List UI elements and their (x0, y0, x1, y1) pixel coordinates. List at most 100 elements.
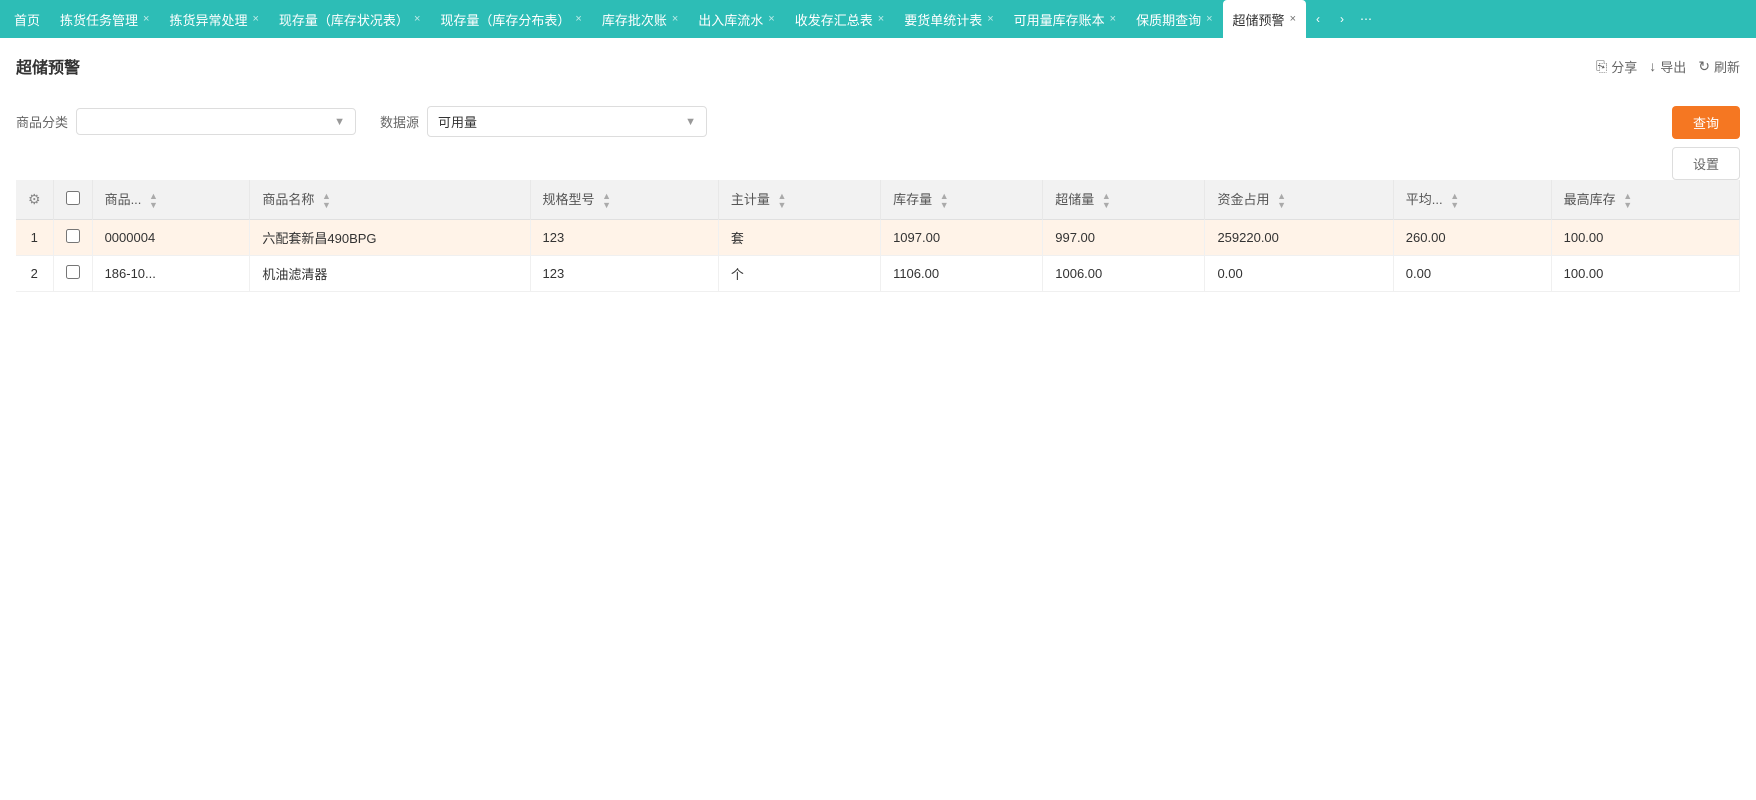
sort-icon-capital: ▲▼ (1277, 192, 1286, 210)
nav-prev-arrow[interactable]: ‹ (1306, 0, 1330, 38)
nav-close-10[interactable]: × (1206, 13, 1212, 25)
row-checkbox-cell[interactable] (53, 255, 92, 291)
col-checkbox-header[interactable] (53, 180, 92, 219)
row-product-name: 六配套新昌490BPG (250, 219, 530, 255)
nav-item-4[interactable]: 现存量（库存分布表） × (430, 0, 591, 38)
category-label: 商品分类 (16, 112, 68, 131)
sort-icon-spec: ▲▼ (602, 192, 611, 210)
export-label: 导出 (1660, 57, 1686, 76)
settings-gear-icon[interactable]: ⚙ (28, 191, 41, 207)
sort-icon-overstock: ▲▼ (1102, 192, 1111, 210)
share-button[interactable]: ⎘ 分享 (1596, 57, 1637, 76)
nav-next-arrow[interactable]: › (1330, 0, 1354, 38)
row-num: 1 (16, 219, 53, 255)
nav-close-8[interactable]: × (987, 13, 993, 25)
col-unit[interactable]: 主计量 ▲▼ (718, 180, 880, 219)
nav-item-6[interactable]: 出入库流水 × (688, 0, 784, 38)
action-buttons: 查询 设置 (1672, 94, 1740, 180)
refresh-icon: ↻ (1698, 58, 1710, 75)
nav-item-11[interactable]: 超储预警 × (1223, 0, 1306, 38)
nav-item-home[interactable]: 首页 (4, 0, 50, 38)
row-max-stock: 100.00 (1551, 255, 1739, 291)
category-select[interactable]: ▼ (76, 108, 356, 135)
nav-bar: 首页 拣货任务管理 × 拣货异常处理 × 现存量（库存状况表） × 现存量（库存… (0, 0, 1756, 38)
nav-item-4-label: 现存量（库存分布表） (440, 10, 570, 29)
row-avg: 260.00 (1393, 219, 1551, 255)
export-button[interactable]: ↓ 导出 (1649, 57, 1686, 76)
nav-item-2-label: 拣货异常处理 (169, 10, 247, 29)
nav-item-3[interactable]: 现存量（库存状况表） × (269, 0, 430, 38)
row-max-stock: 100.00 (1551, 219, 1739, 255)
table-row: 1 0000004 六配套新昌490BPG 123 套 1097.00 997.… (16, 219, 1740, 255)
nav-close-5[interactable]: × (672, 13, 678, 25)
nav-more-arrow[interactable]: ⋯ (1354, 0, 1378, 38)
row-num: 2 (16, 255, 53, 291)
row-stock: 1097.00 (881, 219, 1043, 255)
category-select-text (87, 114, 334, 129)
row-stock: 1106.00 (881, 255, 1043, 291)
export-icon: ↓ (1649, 58, 1656, 74)
nav-close-6[interactable]: × (768, 13, 774, 25)
nav-item-1[interactable]: 拣货任务管理 × (50, 0, 159, 38)
settings-button[interactable]: 设置 (1672, 147, 1740, 180)
share-label: 分享 (1611, 57, 1637, 76)
row-checkbox-cell[interactable] (53, 219, 92, 255)
sort-icon-unit: ▲▼ (778, 192, 787, 210)
sort-icon-product-name: ▲▼ (322, 192, 331, 210)
nav-item-7-label: 收发存汇总表 (795, 10, 873, 29)
row-product-name: 机油滤清器 (250, 255, 530, 291)
nav-item-10-label: 保质期查询 (1136, 10, 1201, 29)
datasource-dropdown-icon: ▼ (685, 116, 696, 128)
refresh-button[interactable]: ↻ 刷新 (1698, 57, 1740, 76)
query-button[interactable]: 查询 (1672, 106, 1740, 139)
row-checkbox-0[interactable] (66, 229, 80, 243)
nav-item-8-label: 要货单统计表 (904, 10, 982, 29)
col-gear[interactable]: ⚙ (16, 180, 53, 219)
row-overstock: 1006.00 (1043, 255, 1205, 291)
col-stock[interactable]: 库存量 ▲▼ (881, 180, 1043, 219)
nav-item-9[interactable]: 可用量库存账本 × (1004, 0, 1126, 38)
col-capital[interactable]: 资金占用 ▲▼ (1205, 180, 1393, 219)
row-checkbox-1[interactable] (66, 265, 80, 279)
nav-close-3[interactable]: × (414, 13, 420, 25)
nav-close-11[interactable]: × (1290, 13, 1296, 25)
nav-item-3-label: 现存量（库存状况表） (279, 10, 409, 29)
row-spec: 123 (530, 219, 718, 255)
col-overstock[interactable]: 超储量 ▲▼ (1043, 180, 1205, 219)
nav-item-5[interactable]: 库存批次账 × (592, 0, 688, 38)
col-spec[interactable]: 规格型号 ▲▼ (530, 180, 718, 219)
data-table: ⚙ 商品... ▲▼ 商品名称 ▲▼ 规格型号 ▲▼ 主计 (16, 180, 1740, 292)
nav-close-1[interactable]: × (143, 13, 149, 25)
header-actions: ⎘ 分享 ↓ 导出 ↻ 刷新 (1596, 57, 1740, 76)
page-container: 超储预警 ⎘ 分享 ↓ 导出 ↻ 刷新 商品分类 ▼ (0, 38, 1756, 800)
page-title: 超储预警 (16, 54, 80, 78)
nav-close-2[interactable]: × (252, 13, 258, 25)
datasource-select[interactable]: 可用量 ▼ (427, 106, 707, 137)
nav-item-7[interactable]: 收发存汇总表 × (785, 0, 894, 38)
col-product-name[interactable]: 商品名称 ▲▼ (250, 180, 530, 219)
select-all-checkbox[interactable] (66, 191, 80, 205)
nav-item-11-label: 超储预警 (1233, 10, 1285, 29)
nav-item-9-label: 可用量库存账本 (1014, 10, 1105, 29)
row-overstock: 997.00 (1043, 219, 1205, 255)
sort-icon-max-stock: ▲▼ (1623, 192, 1632, 210)
col-product-code[interactable]: 商品... ▲▼ (92, 180, 250, 219)
nav-close-4[interactable]: × (575, 13, 581, 25)
row-spec: 123 (530, 255, 718, 291)
col-avg[interactable]: 平均... ▲▼ (1393, 180, 1551, 219)
col-max-stock[interactable]: 最高库存 ▲▼ (1551, 180, 1739, 219)
nav-close-7[interactable]: × (878, 13, 884, 25)
refresh-label: 刷新 (1714, 57, 1740, 76)
category-dropdown-icon: ▼ (334, 116, 345, 128)
nav-item-2[interactable]: 拣货异常处理 × (159, 0, 268, 38)
sort-icon-stock: ▲▼ (940, 192, 949, 210)
nav-item-6-label: 出入库流水 (698, 10, 763, 29)
sort-icon-product-code: ▲▼ (149, 192, 158, 210)
page-header: 超储预警 ⎘ 分享 ↓ 导出 ↻ 刷新 (16, 54, 1740, 78)
nav-item-10[interactable]: 保质期查询 × (1126, 0, 1222, 38)
nav-item-1-label: 拣货任务管理 (60, 10, 138, 29)
sort-icon-avg: ▲▼ (1450, 192, 1459, 210)
nav-close-9[interactable]: × (1110, 13, 1116, 25)
filter-datasource: 数据源 可用量 ▼ (380, 106, 707, 137)
nav-item-8[interactable]: 要货单统计表 × (894, 0, 1003, 38)
